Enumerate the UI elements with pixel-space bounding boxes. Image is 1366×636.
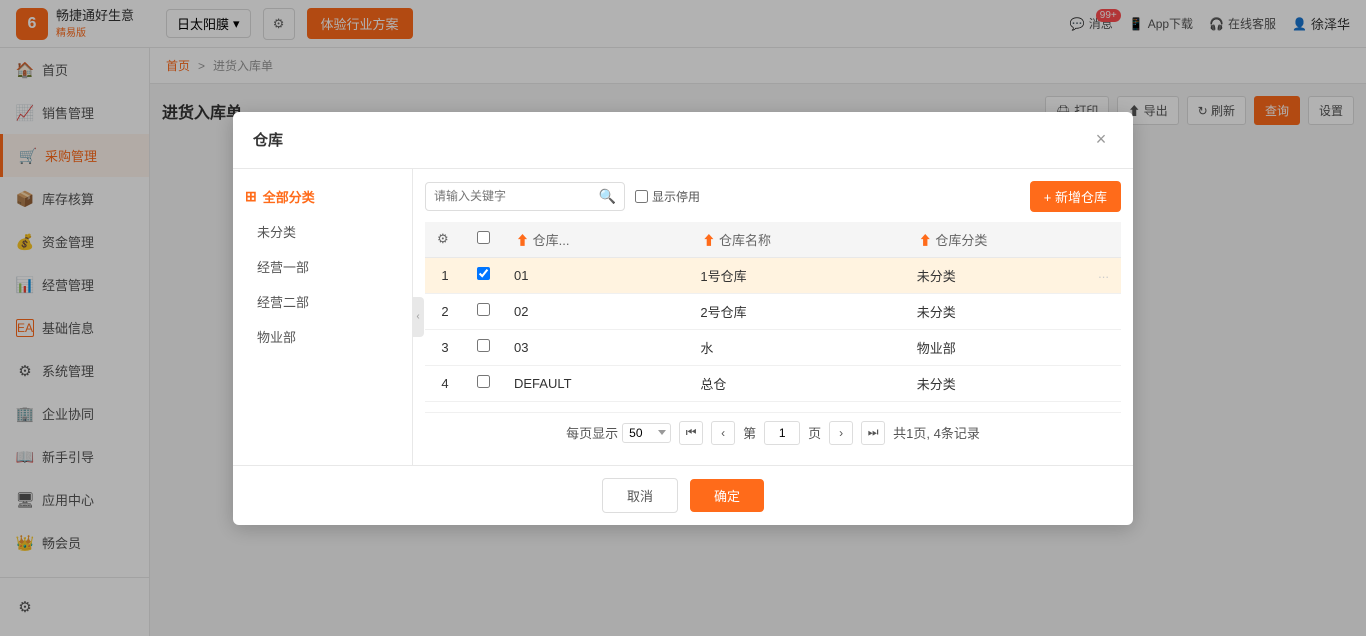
- row-category: 未分类: [905, 293, 1121, 329]
- row-code: 01: [502, 257, 688, 293]
- pagination: 每页显示 50 100 200 ⏮ ‹ 第 页 › ⏭ 共1页, 4条记录: [425, 412, 1121, 453]
- grid-icon: ⊞: [245, 188, 257, 205]
- th-checkbox: [465, 222, 502, 258]
- category-item-unclassified[interactable]: 未分类: [233, 214, 412, 249]
- table-toolbar: 🔍 显示停用 + 新增仓库: [425, 181, 1121, 212]
- row-num: 3: [425, 329, 465, 365]
- next-page-button[interactable]: ›: [829, 421, 853, 445]
- table-row[interactable]: 3 03 水 物业部: [425, 329, 1121, 365]
- warehouse-table: ⚙ ⬆ 仓库... ⬆ 仓库名称: [425, 222, 1121, 402]
- sort-icon-code: ⬆: [516, 233, 529, 248]
- row-checkbox[interactable]: [477, 375, 490, 388]
- category-panel: ⊞ 全部分类 未分类 经营一部 经营二部 物业部 ‹: [233, 169, 413, 465]
- per-page-dropdown[interactable]: 50 100 200: [622, 423, 671, 443]
- modal-header: 仓库 ×: [233, 112, 1133, 169]
- table-row[interactable]: 2 02 2号仓库 未分类: [425, 293, 1121, 329]
- row-category: 物业部: [905, 329, 1121, 365]
- all-categories-label: 全部分类: [263, 187, 315, 206]
- add-warehouse-button[interactable]: + 新增仓库: [1030, 181, 1121, 212]
- search-icon[interactable]: 🔍: [599, 188, 616, 205]
- show-disabled-label: 显示停用: [652, 188, 700, 205]
- cancel-button[interactable]: 取消: [602, 478, 678, 513]
- row-code: 02: [502, 293, 688, 329]
- table-panel: 🔍 显示停用 + 新增仓库 ⚙: [413, 169, 1133, 465]
- modal-footer: 取消 确定: [233, 465, 1133, 525]
- category-item-ops1[interactable]: 经营一部: [233, 249, 412, 284]
- page-label: 第: [743, 423, 756, 442]
- row-checkbox-cell: [465, 365, 502, 401]
- category-item-ops2[interactable]: 经营二部: [233, 284, 412, 319]
- total-info: 共1页, 4条记录: [893, 423, 980, 442]
- table-header-row: ⚙ ⬆ 仓库... ⬆ 仓库名称: [425, 222, 1121, 258]
- table-row[interactable]: 4 DEFAULT 总仓 未分类: [425, 365, 1121, 401]
- modal-close-button[interactable]: ×: [1089, 128, 1113, 152]
- th-code: ⬆ 仓库...: [502, 222, 688, 258]
- page-number-input[interactable]: [764, 421, 800, 445]
- sort-icon-category: ⬆: [919, 233, 932, 248]
- all-categories-item[interactable]: ⊞ 全部分类: [233, 179, 412, 214]
- modal-title: 仓库: [253, 129, 283, 150]
- row-checkbox[interactable]: [477, 267, 490, 280]
- row-name: 2号仓库: [688, 293, 904, 329]
- row-name: 总仓: [688, 365, 904, 401]
- collapse-panel-button[interactable]: ‹: [412, 297, 424, 337]
- row-name: 水: [688, 329, 904, 365]
- th-name: ⬆ 仓库名称: [688, 222, 904, 258]
- confirm-button[interactable]: 确定: [690, 479, 764, 512]
- row-checkbox-cell: [465, 293, 502, 329]
- table-row[interactable]: 1 01 1号仓库 未分类...: [425, 257, 1121, 293]
- row-num: 4: [425, 365, 465, 401]
- page-unit: 页: [808, 423, 821, 442]
- row-num: 2: [425, 293, 465, 329]
- first-page-button[interactable]: ⏮: [679, 421, 703, 445]
- modal-body: ⊞ 全部分类 未分类 经营一部 经营二部 物业部 ‹ 🔍: [233, 169, 1133, 465]
- row-code: DEFAULT: [502, 365, 688, 401]
- row-category: 未分类...: [905, 257, 1121, 293]
- row-checkbox-cell: [465, 329, 502, 365]
- search-input[interactable]: [434, 189, 599, 203]
- search-box: 🔍: [425, 182, 625, 211]
- per-page-select: 每页显示 50 100 200: [566, 423, 671, 443]
- th-settings: ⚙: [425, 222, 465, 258]
- row-name: 1号仓库: [688, 257, 904, 293]
- show-disabled-toggle[interactable]: 显示停用: [635, 188, 700, 205]
- category-item-property[interactable]: 物业部: [233, 319, 412, 354]
- th-category: ⬆ 仓库分类: [905, 222, 1121, 258]
- prev-page-button[interactable]: ‹: [711, 421, 735, 445]
- row-category: 未分类: [905, 365, 1121, 401]
- last-page-button[interactable]: ⏭: [861, 421, 885, 445]
- per-page-label: 每页显示: [566, 423, 618, 442]
- modal-overlay: 仓库 × ⊞ 全部分类 未分类 经营一部 经营二部 物业部 ‹: [0, 0, 1366, 636]
- settings-icon: ⚙: [437, 231, 449, 246]
- sort-icon-name: ⬆: [702, 233, 715, 248]
- select-all-checkbox[interactable]: [477, 231, 490, 244]
- row-checkbox[interactable]: [477, 303, 490, 316]
- row-num: 1: [425, 257, 465, 293]
- warehouse-modal: 仓库 × ⊞ 全部分类 未分类 经营一部 经营二部 物业部 ‹: [233, 112, 1133, 525]
- show-disabled-checkbox[interactable]: [635, 190, 648, 203]
- row-checkbox-cell: [465, 257, 502, 293]
- row-code: 03: [502, 329, 688, 365]
- row-checkbox[interactable]: [477, 339, 490, 352]
